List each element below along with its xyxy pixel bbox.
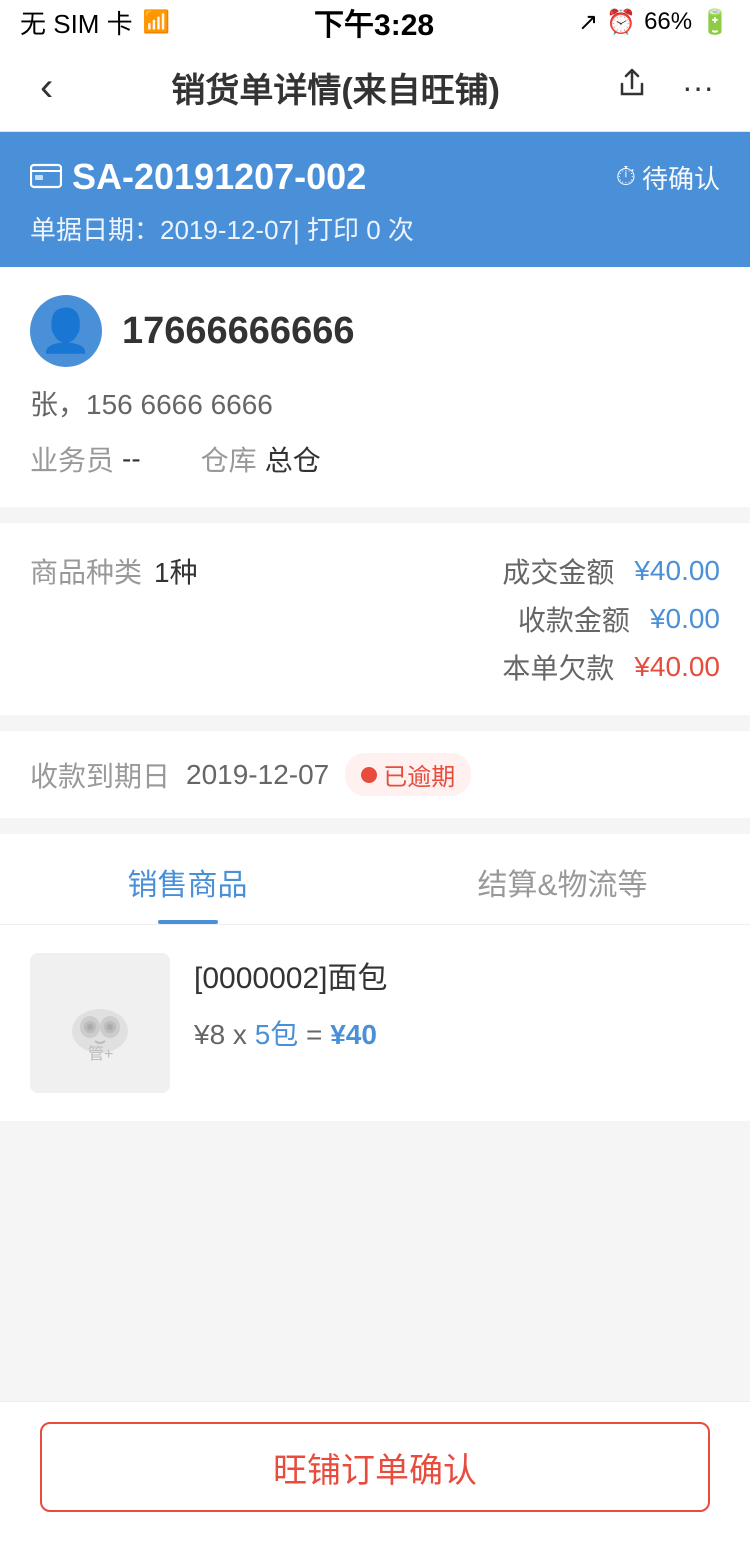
status-clock-icon: ⏱	[616, 161, 636, 193]
product-type-value: 1种	[154, 551, 198, 591]
order-date: 单据日期：2019-12-07| 打印 0 次	[30, 210, 720, 247]
product-qty: 5包	[255, 1019, 299, 1050]
status-left: 无 SIM 卡 📶	[20, 4, 170, 41]
customer-top: 👤 17666666666	[30, 295, 720, 367]
overdue-badge: 已逾期	[345, 753, 471, 796]
product-total: ¥40	[330, 1019, 377, 1050]
nav-actions: ···	[608, 60, 720, 116]
amount-value: ¥40.00	[634, 555, 720, 587]
customer-phone: 17666666666	[122, 310, 354, 353]
customer-meta: 业务员 -- 仓库 总仓	[30, 439, 720, 479]
sales-meta: 业务员 --	[30, 439, 141, 479]
more-button[interactable]: ···	[676, 63, 720, 112]
product-item: 管+ [0000002]面包 ¥8 x 5包 = ¥40	[30, 953, 720, 1093]
product-section: 管+ [0000002]面包 ¥8 x 5包 = ¥40	[0, 925, 750, 1121]
alarm-icon: ⏰	[606, 8, 636, 37]
summary-right: 成交金额 ¥40.00 收款金额 ¥0.00 本单欠款 ¥40.00	[502, 551, 720, 687]
order-banner: SA-20191207-002 ⏱ 待确认 单据日期：2019-12-07| 打…	[0, 132, 750, 267]
product-type-label: 商品种类	[30, 551, 142, 591]
due-date-card: 收款到期日 2019-12-07 已逾期	[0, 731, 750, 818]
confirm-order-button[interactable]: 旺铺订单确认	[40, 1422, 710, 1512]
order-id-icon	[30, 156, 62, 198]
battery-icon: 🔋	[700, 8, 730, 37]
tab-sales[interactable]: 销售商品	[0, 834, 375, 924]
back-button[interactable]: ‹	[30, 55, 63, 120]
product-thumbnail: 管+	[30, 953, 170, 1093]
due-date-value: 2019-12-07	[186, 759, 329, 791]
avatar: 👤	[30, 295, 102, 367]
tabs-container: 销售商品 结算&物流等	[0, 834, 750, 925]
order-id-text: SA-20191207-002	[72, 156, 366, 198]
share-icon	[614, 66, 650, 102]
received-row: 收款金额 ¥0.00	[518, 599, 720, 639]
nav-bar: ‹ 销货单详情(来自旺铺) ···	[0, 44, 750, 132]
order-id: SA-20191207-002	[30, 156, 366, 198]
warehouse-label: 仓库	[201, 439, 257, 479]
content-spacer	[0, 1121, 750, 1401]
price-label: ¥8 x	[194, 1019, 255, 1050]
main-content: SA-20191207-002 ⏱ 待确认 单据日期：2019-12-07| 打…	[0, 132, 750, 1401]
tab-settlement[interactable]: 结算&物流等	[375, 834, 750, 924]
customer-name: 张，156 6666 6666	[30, 383, 720, 423]
sim-label: 无 SIM 卡	[20, 4, 133, 41]
warehouse-value: 总仓	[265, 439, 321, 479]
summary-card: 商品种类 1种 成交金额 ¥40.00 收款金额 ¥0.00 本单欠款 ¥40.…	[0, 523, 750, 715]
product-price: ¥8 x 5包 = ¥40	[194, 1013, 720, 1053]
product-info: [0000002]面包 ¥8 x 5包 = ¥40	[194, 953, 720, 1053]
due-value: ¥40.00	[634, 651, 720, 683]
due-date-label: 收款到期日	[30, 755, 170, 795]
received-label: 收款金额	[518, 599, 630, 639]
avatar-icon: 👤	[40, 307, 92, 356]
location-icon: ↗	[578, 8, 598, 37]
status-bar: 无 SIM 卡 📶 下午3:28 ↗ ⏰ 66% 🔋	[0, 0, 750, 44]
wifi-icon: 📶	[143, 9, 170, 35]
amount-row: 成交金额 ¥40.00	[502, 551, 720, 591]
tabs-row: 销售商品 结算&物流等	[0, 834, 750, 925]
overdue-text: 已逾期	[383, 757, 455, 792]
due-label: 本单欠款	[502, 647, 614, 687]
share-button[interactable]	[608, 60, 656, 116]
due-row: 本单欠款 ¥40.00	[502, 647, 720, 687]
product-name: [0000002]面包	[194, 953, 720, 997]
amount-label: 成交金额	[502, 551, 614, 591]
customer-card: 👤 17666666666 张，156 6666 6666 业务员 -- 仓库 …	[0, 267, 750, 507]
sales-value: --	[122, 443, 141, 475]
order-id-row: SA-20191207-002 ⏱ 待确认	[30, 156, 720, 198]
battery-label: 66%	[644, 8, 692, 36]
bottom-bar: 旺铺订单确认	[0, 1401, 750, 1546]
overdue-dot-icon	[361, 767, 377, 783]
warehouse-meta: 仓库 总仓	[201, 439, 321, 479]
product-logo: 管+	[60, 983, 140, 1063]
equals-sign: =	[298, 1019, 330, 1050]
svg-text:管+: 管+	[88, 1045, 113, 1063]
received-value: ¥0.00	[650, 603, 720, 635]
page-title: 销货单详情(来自旺铺)	[63, 63, 608, 112]
sales-label: 业务员	[30, 439, 114, 479]
product-logo-icon: 管+	[60, 983, 140, 1063]
status-text: 待确认	[642, 159, 720, 196]
order-status: ⏱ 待确认	[616, 159, 720, 196]
status-right: ↗ ⏰ 66% 🔋	[578, 8, 730, 37]
status-time: 下午3:28	[314, 0, 434, 44]
summary-left: 商品种类 1种	[30, 551, 198, 591]
